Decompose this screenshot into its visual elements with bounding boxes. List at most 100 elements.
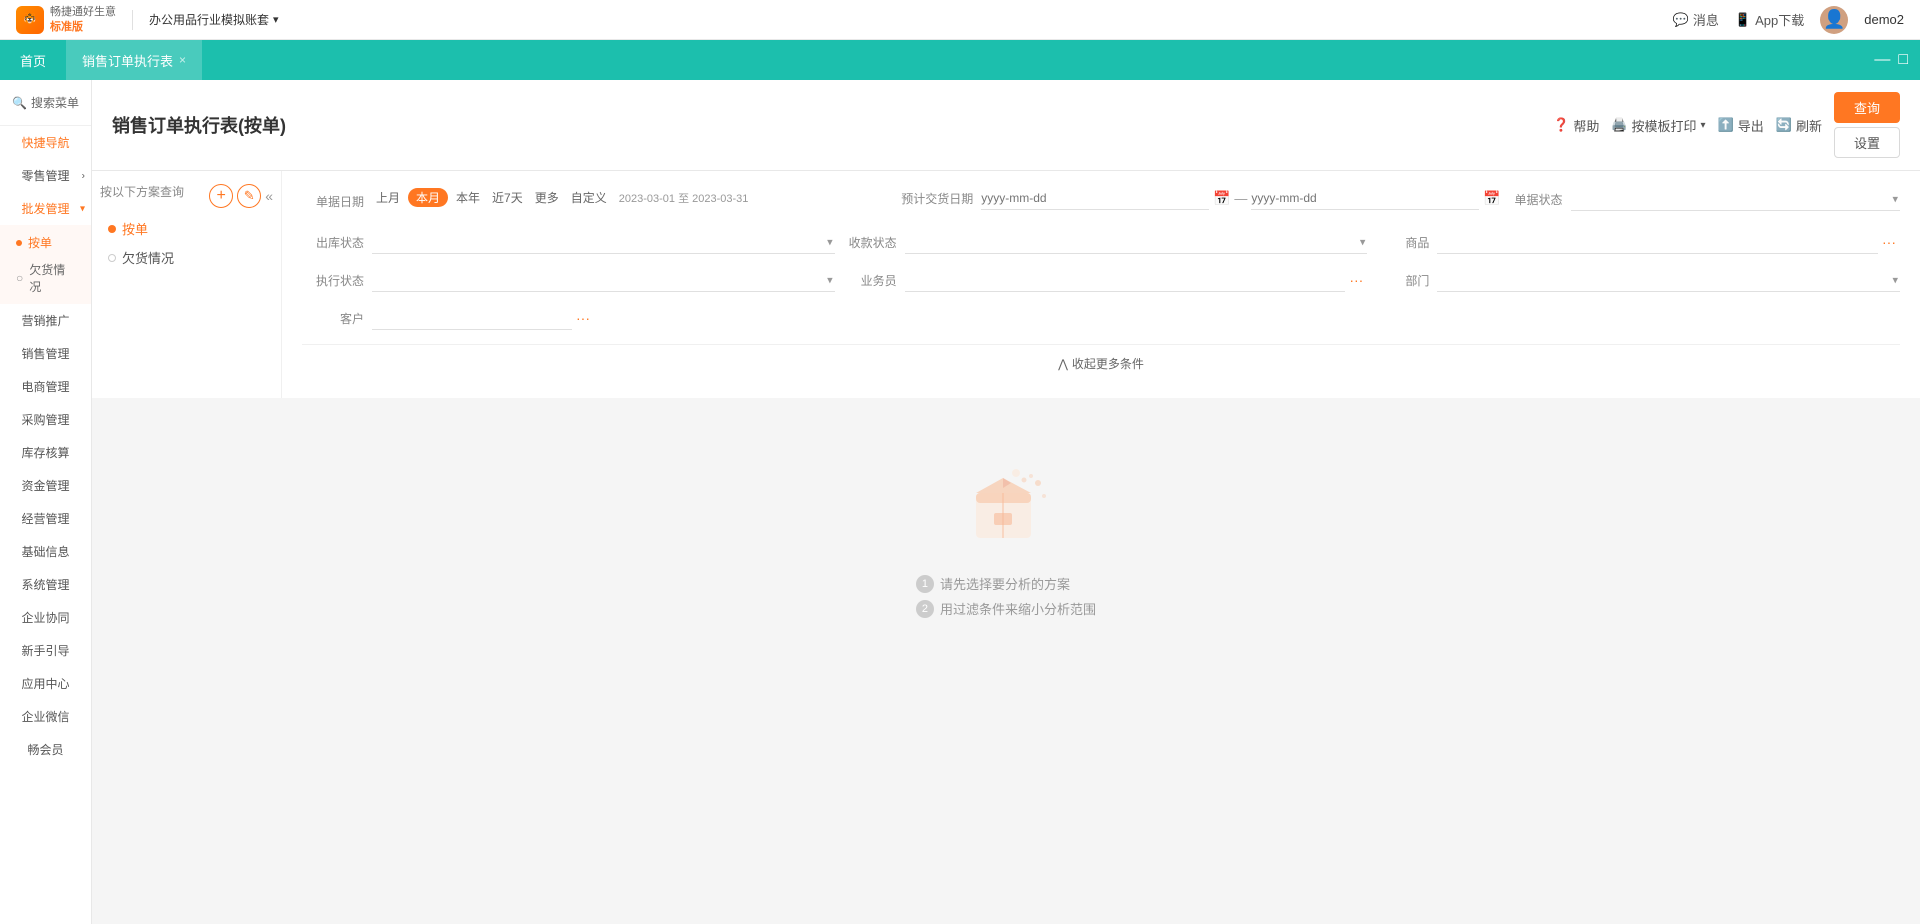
shortcut-7days[interactable]: 近7天 <box>488 187 527 208</box>
phone-icon: 📱 <box>1735 12 1751 28</box>
help-button[interactable]: ❓ 帮助 <box>1553 116 1599 135</box>
template-print-button[interactable]: 🖨️ 按模板打印 ▾ <box>1611 116 1705 135</box>
calendar-icon-1[interactable]: 📅 <box>1213 190 1230 207</box>
status-select[interactable] <box>1571 187 1901 211</box>
filter-row-3: 执行状态 ▾ 业务员 ·· <box>302 268 1900 292</box>
app-download-button[interactable]: 📱 App下载 <box>1735 10 1804 29</box>
calendar-icon-2[interactable]: 📅 <box>1483 190 1500 207</box>
query-button[interactable]: 查询 <box>1834 92 1900 123</box>
top-bar-right: 💬 消息 📱 App下载 👤 demo2 <box>1673 6 1904 34</box>
customer-more-icon[interactable]: ··· <box>572 310 594 326</box>
sidebar-item-ecommerce[interactable]: 电商管理 <box>0 370 91 403</box>
industry-select[interactable]: 办公用品行业模拟账套 ▾ <box>149 11 279 28</box>
minimize-icon[interactable]: — <box>1874 51 1890 69</box>
sidebar-item-wholesale[interactable]: 批发管理 ▾ <box>0 192 91 225</box>
sidebar-item-inventory[interactable]: 库存核算 <box>0 436 91 469</box>
sidebar-item-enterprise[interactable]: 企业协同 <box>0 601 91 634</box>
empty-illustration <box>956 458 1056 558</box>
page-title: 销售订单执行表(按单) <box>112 112 286 138</box>
sidebar-item-appstore[interactable]: 应用中心 <box>0 667 91 700</box>
tab-close-icon[interactable]: × <box>179 53 186 67</box>
customer-label: 客户 <box>302 310 372 327</box>
refresh-icon: 🔄 <box>1776 117 1792 133</box>
goods-input[interactable] <box>1437 230 1878 254</box>
shortcut-last-month[interactable]: 上月 <box>372 187 404 208</box>
message-icon: 💬 <box>1673 12 1689 28</box>
shortcut-more[interactable]: 更多 <box>531 187 563 208</box>
filter-left-actions: + ✎ « <box>209 184 273 208</box>
chevron-icon: › <box>82 170 85 181</box>
tab-sales-order[interactable]: 销售订单执行表 × <box>66 40 202 80</box>
receipt-status-label: 收款状态 <box>835 234 905 251</box>
filter-item-customer: 客户 ··· <box>302 306 835 330</box>
shortcut-custom[interactable]: 自定义 <box>567 187 611 208</box>
filter-inner: 按以下方案查询 + ✎ « 按单 欠货情况 <box>92 171 1920 398</box>
query-actions: 查询 设置 <box>1834 92 1900 158</box>
settings-button[interactable]: 设置 <box>1834 127 1900 158</box>
sidebar-item-wechat[interactable]: 企业微信 <box>0 700 91 733</box>
sidebar-item-finance[interactable]: 资金管理 <box>0 469 91 502</box>
search-menu-button[interactable]: 🔍 搜索菜单 <box>8 90 83 115</box>
edit-scheme-button[interactable]: ✎ <box>237 184 261 208</box>
scheme-option-debt[interactable]: 欠货情况 <box>100 243 273 272</box>
quick-nav-label: 快捷导航 <box>21 134 69 151</box>
sidebar-sub-item-debt[interactable]: ○ 欠货情况 <box>0 256 91 300</box>
sidebar-item-retail[interactable]: 零售管理 › <box>0 159 91 192</box>
empty-tip-1: 1 请先选择要分析的方案 <box>916 574 1096 593</box>
sidebar-sub-item-order[interactable]: 按单 <box>0 229 91 256</box>
page-header: 销售订单执行表(按单) ❓ 帮助 🖨️ 按模板打印 ▾ ⬆️ 导出 🔄 刷新 <box>92 80 1920 171</box>
chevron-down-icon: ▾ <box>273 13 279 26</box>
sidebar-item-marketing[interactable]: 营销推广 <box>0 304 91 337</box>
expected-date-label: 预计交货日期 <box>901 190 981 207</box>
dept-label: 部门 <box>1367 272 1437 289</box>
collapse-filters-button[interactable]: ⋀ 收起更多条件 <box>302 344 1900 382</box>
sidebar-item-label: 批发管理 <box>21 200 69 217</box>
sidebar-item-system[interactable]: 系统管理 <box>0 568 91 601</box>
sidebar-item-purchase[interactable]: 采购管理 <box>0 403 91 436</box>
empty-tip-2: 2 用过滤条件来缩小分析范围 <box>916 599 1096 618</box>
scheme-option-order[interactable]: 按单 <box>100 214 273 243</box>
filter-item-salesperson: 业务员 ··· <box>835 268 1368 292</box>
page-actions: ❓ 帮助 🖨️ 按模板打印 ▾ ⬆️ 导出 🔄 刷新 查询 <box>1553 92 1900 158</box>
collapse-left-button[interactable]: « <box>265 188 273 204</box>
filter-panel: 按以下方案查询 + ✎ « 按单 欠货情况 <box>92 171 1920 398</box>
sidebar-item-newbie[interactable]: 新手引导 <box>0 634 91 667</box>
top-bar: 🐯 畅捷通好生意 标准版 办公用品行业模拟账套 ▾ 💬 消息 📱 App下载 👤… <box>0 0 1920 40</box>
salesperson-input[interactable] <box>905 268 1346 292</box>
goods-label: 商品 <box>1367 234 1437 251</box>
expected-date-to[interactable] <box>1251 187 1479 210</box>
exec-status-select-wrapper: ▾ <box>372 268 835 292</box>
tab-home[interactable]: 首页 <box>0 40 66 80</box>
sidebar-search: 🔍 搜索菜单 <box>0 80 91 126</box>
shortcut-current-month[interactable]: 本月 <box>408 188 448 207</box>
chevron-down-icon: ▾ <box>80 203 85 214</box>
out-status-label: 出库状态 <box>302 234 372 251</box>
filter-item-out-status: 出库状态 ▾ <box>302 230 835 254</box>
avatar[interactable]: 👤 <box>1820 6 1848 34</box>
exec-status-select[interactable] <box>372 268 835 292</box>
logo-area: 🐯 畅捷通好生意 标准版 <box>16 5 116 34</box>
sidebar-item-operation[interactable]: 经营管理 <box>0 502 91 535</box>
expected-date-from[interactable] <box>981 187 1209 210</box>
filter-left-panel: 按以下方案查询 + ✎ « 按单 欠货情况 <box>92 171 282 398</box>
refresh-button[interactable]: 🔄 刷新 <box>1776 116 1822 135</box>
export-button[interactable]: ⬆️ 导出 <box>1718 116 1764 135</box>
sidebar-item-basic[interactable]: 基础信息 <box>0 535 91 568</box>
receipt-status-select[interactable] <box>905 230 1368 254</box>
sidebar-item-member[interactable]: 畅会员 <box>0 733 91 766</box>
dot-icon <box>16 240 22 246</box>
goods-more-icon[interactable]: ··· <box>1878 234 1900 250</box>
maximize-icon[interactable]: □ <box>1898 51 1908 69</box>
filter-item-date: 单据日期 上月 本月 本年 近7天 更多 自定义 2023-03-01 至 20… <box>302 187 901 216</box>
shortcut-current-year[interactable]: 本年 <box>452 187 484 208</box>
sidebar-item-quick-nav[interactable]: 快捷导航 <box>0 126 91 159</box>
salesperson-more-icon[interactable]: ··· <box>1345 272 1367 288</box>
message-button[interactable]: 💬 消息 <box>1673 10 1719 29</box>
sidebar-item-sales[interactable]: 销售管理 <box>0 337 91 370</box>
add-scheme-button[interactable]: + <box>209 184 233 208</box>
search-icon: 🔍 <box>12 96 27 110</box>
customer-input[interactable] <box>372 306 572 330</box>
top-bar-left: 🐯 畅捷通好生意 标准版 办公用品行业模拟账套 ▾ <box>16 5 279 34</box>
out-status-select[interactable] <box>372 230 835 254</box>
dept-select[interactable] <box>1437 268 1900 292</box>
